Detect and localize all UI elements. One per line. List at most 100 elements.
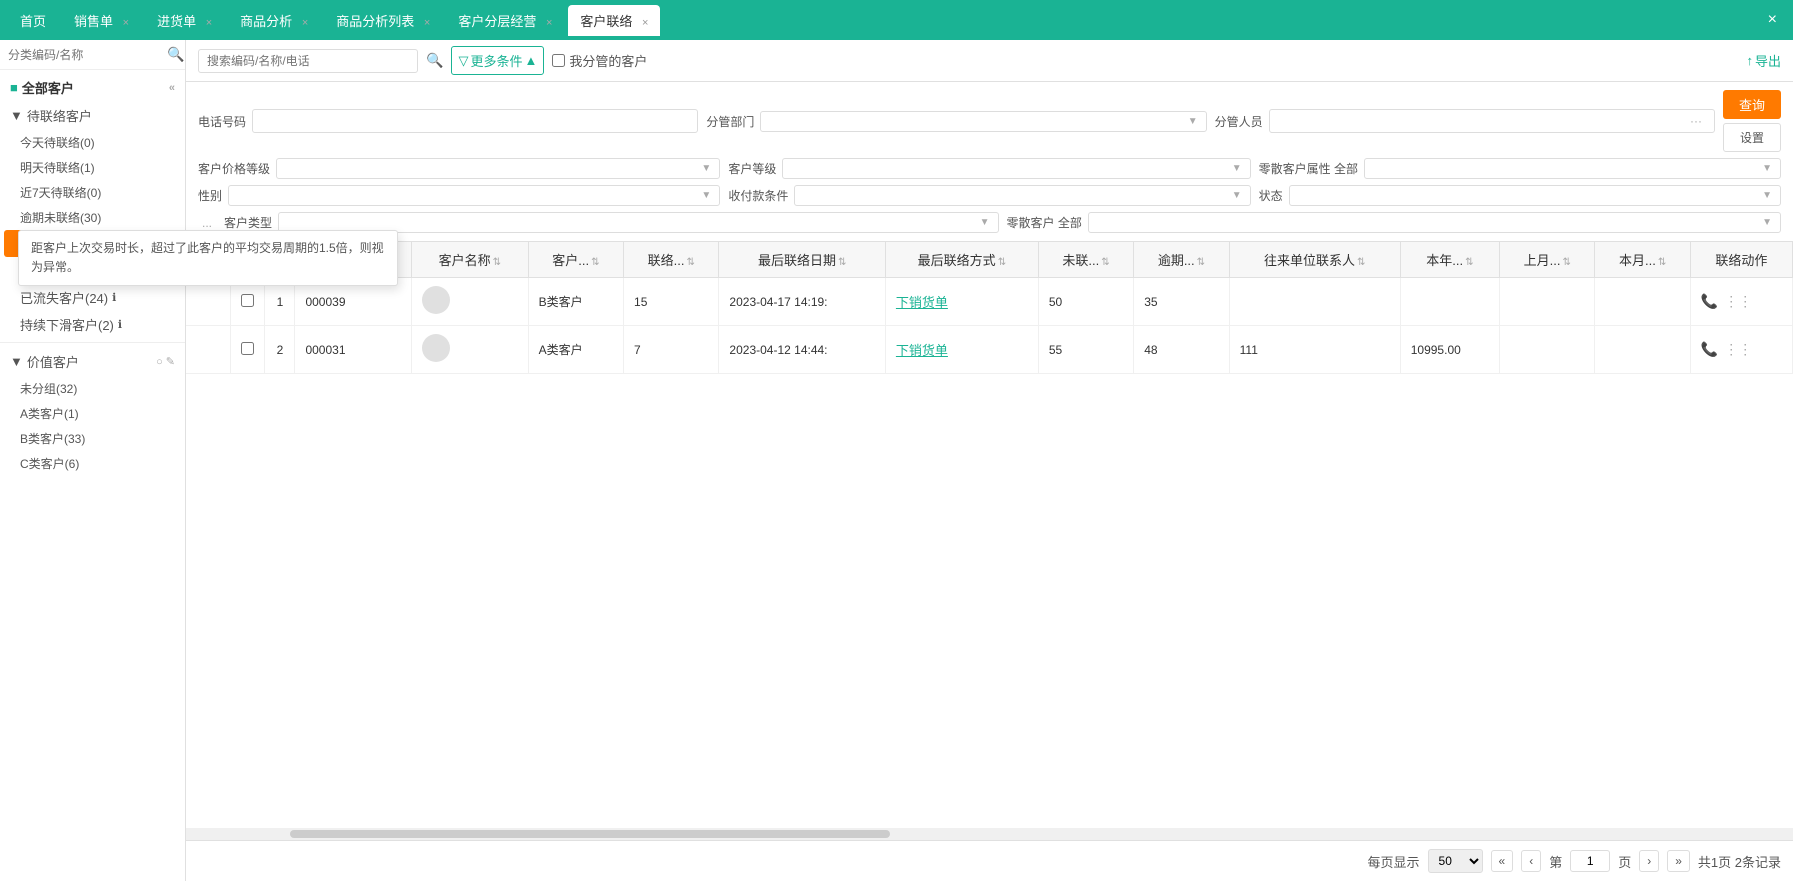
row-uncontacted: 55	[1038, 326, 1133, 374]
main-layout: 🔍 ■ 全部客户 « ▼ 待联络客户 今天待联络(0) 明天待联络(1) 近7天…	[0, 40, 1793, 881]
manager-dropdown[interactable]: ···	[1269, 109, 1715, 133]
retail-attr-dropdown[interactable]: ▼	[1364, 158, 1781, 179]
last-page-button[interactable]: »	[1667, 850, 1690, 872]
collapse-icon[interactable]: «	[169, 82, 175, 94]
advanced-filter: 电话号码 分管部门 ▼ 分管人员 ···	[186, 82, 1793, 242]
query-button[interactable]: 查询	[1723, 90, 1781, 119]
nav-tab-home[interactable]: 首页	[8, 5, 58, 36]
close-icon[interactable]: ×	[123, 17, 129, 29]
cust-level-segment: 客户等级 ▼	[728, 158, 1250, 179]
per-page-label: 每页显示	[1368, 852, 1420, 871]
search-icon[interactable]: 🔍	[167, 46, 184, 63]
col-this-month[interactable]: 本月...⇅	[1595, 242, 1690, 278]
col-hist-contact[interactable]: 往来单位联系人⇅	[1229, 242, 1400, 278]
sidebar-item-today[interactable]: 今天待联络(0)	[0, 130, 185, 155]
row-last-method[interactable]: 下销货单	[885, 326, 1038, 374]
close-icon[interactable]: ×	[302, 17, 308, 29]
sort-icon: ⇅	[1197, 257, 1205, 268]
filter-row-4: ... 客户类型 ▼ 零散客户 全部 ▼	[198, 212, 1781, 233]
col-contact[interactable]: 联络...⇅	[624, 242, 719, 278]
row-last-method[interactable]: 下销货单	[885, 278, 1038, 326]
nav-tab-customer-contact[interactable]: 客户联络 ×	[568, 5, 660, 36]
my-customers-check[interactable]	[552, 54, 565, 67]
search-input[interactable]	[198, 49, 418, 73]
nav-tab-sales[interactable]: 销售单 ×	[62, 5, 141, 36]
more-action-icon[interactable]: ⋮⋮	[1724, 341, 1752, 358]
col-last-method[interactable]: 最后联络方式⇅	[885, 242, 1038, 278]
sort-icon: ⇅	[1101, 257, 1109, 268]
pending-group-header[interactable]: ▼ 待联络客户	[0, 101, 185, 130]
settings-button[interactable]: 设置	[1723, 123, 1781, 152]
value-group-header[interactable]: ▼ 价值客户 ○ ✎	[0, 347, 185, 376]
more-conditions-button[interactable]: ▽ 更多条件 ▲	[451, 46, 544, 75]
close-icon[interactable]: ×	[642, 17, 648, 29]
row-checkbox[interactable]	[241, 294, 254, 307]
nav-tab-product-analysis[interactable]: 商品分析 ×	[228, 5, 320, 36]
price-level-dropdown[interactable]: ▼	[276, 158, 720, 179]
export-button[interactable]: ↑ 导出	[1746, 51, 1781, 70]
close-all-button[interactable]: ×	[1760, 7, 1785, 33]
horizontal-scrollbar[interactable]	[186, 828, 1793, 840]
last-method-link[interactable]: 下销货单	[896, 343, 948, 358]
row-contact: 15	[624, 278, 719, 326]
row-last-date: 2023-04-17 14:19:	[719, 278, 885, 326]
close-icon[interactable]: ×	[424, 17, 430, 29]
col-class[interactable]: 客户...⇅	[528, 242, 623, 278]
sidebar-item-class-b[interactable]: B类客户(33)	[0, 426, 185, 451]
chevron-down-icon: ▼	[1762, 217, 1772, 228]
my-customers-checkbox[interactable]: 我分管的客户	[552, 51, 647, 70]
pagination-bar: 每页显示 50 100 200 « ‹ 第 页 › » 共1页 2条记录	[186, 840, 1793, 881]
per-page-select[interactable]: 50 100 200	[1428, 849, 1483, 873]
pay-terms-dropdown[interactable]: ▼	[794, 185, 1250, 206]
row-gear	[186, 326, 231, 374]
col-this-year[interactable]: 本年...⇅	[1400, 242, 1499, 278]
prev-page-button[interactable]: ‹	[1521, 850, 1541, 872]
sidebar-search-input[interactable]	[8, 48, 163, 62]
nav-tab-product-list[interactable]: 商品分析列表 ×	[324, 5, 442, 36]
phone-action-icon[interactable]: 📞	[1701, 341, 1718, 358]
scrollbar-thumb[interactable]	[290, 830, 890, 838]
row-last-date: 2023-04-12 14:44:	[719, 326, 885, 374]
close-icon[interactable]: ×	[206, 17, 212, 29]
phone-action-icon[interactable]: 📞	[1701, 293, 1718, 310]
ellipsis-icon[interactable]: ···	[1686, 114, 1706, 128]
first-page-button[interactable]: «	[1491, 850, 1514, 872]
row-checkbox[interactable]	[241, 342, 254, 355]
col-uncontacted[interactable]: 未联...⇅	[1038, 242, 1133, 278]
filter-bar: 🔍 ▽ 更多条件 ▲ 我分管的客户 ↑ 导出	[186, 40, 1793, 82]
ellipsis-icon[interactable]: ...	[198, 216, 216, 230]
sidebar-item-ungrouped[interactable]: 未分组(32)	[0, 376, 185, 401]
dept-dropdown[interactable]: ▼	[760, 111, 1206, 132]
page-input[interactable]	[1570, 850, 1610, 872]
row-name	[412, 326, 529, 374]
edit-icon[interactable]: ○ ✎	[156, 355, 175, 368]
row-action: 📞 ⋮⋮	[1690, 278, 1792, 326]
dept-segment: 分管部门 ▼	[706, 111, 1206, 132]
cust-level-dropdown[interactable]: ▼	[782, 158, 1250, 179]
sidebar-item-overdue[interactable]: 逾期未联络(30)	[0, 205, 185, 230]
sidebar-item-7days[interactable]: 近7天待联络(0)	[0, 180, 185, 205]
sidebar-item-lost[interactable]: 已流失客户(24) ℹ	[0, 284, 185, 311]
phone-segment: 电话号码	[198, 109, 698, 133]
gender-dropdown[interactable]: ▼	[228, 185, 720, 206]
status-dropdown[interactable]: ▼	[1289, 185, 1781, 206]
sidebar-item-tomorrow[interactable]: 明天待联络(1)	[0, 155, 185, 180]
retail-cust-dropdown[interactable]: ▼	[1088, 212, 1781, 233]
col-name[interactable]: 客户名称⇅	[412, 242, 529, 278]
sidebar-item-declining[interactable]: 持续下滑客户(2) ℹ	[0, 311, 185, 338]
col-overdue[interactable]: 逾期...⇅	[1134, 242, 1229, 278]
col-last-date[interactable]: 最后联络日期⇅	[719, 242, 885, 278]
row-this-month	[1595, 326, 1690, 374]
nav-tab-customer-tier[interactable]: 客户分层经营 ×	[446, 5, 564, 36]
more-action-icon[interactable]: ⋮⋮	[1724, 293, 1752, 310]
next-page-button[interactable]: ›	[1639, 850, 1659, 872]
close-icon[interactable]: ×	[546, 17, 552, 29]
phone-input[interactable]	[252, 109, 698, 133]
search-button[interactable]: 🔍	[426, 52, 443, 69]
sidebar-item-class-c[interactable]: C类客户(6)	[0, 451, 185, 476]
last-method-link[interactable]: 下销货单	[896, 295, 948, 310]
nav-tab-purchase[interactable]: 进货单 ×	[145, 5, 224, 36]
col-last-month[interactable]: 上月...⇅	[1500, 242, 1595, 278]
sidebar-item-class-a[interactable]: A类客户(1)	[0, 401, 185, 426]
row-checkbox-cell[interactable]	[231, 326, 265, 374]
